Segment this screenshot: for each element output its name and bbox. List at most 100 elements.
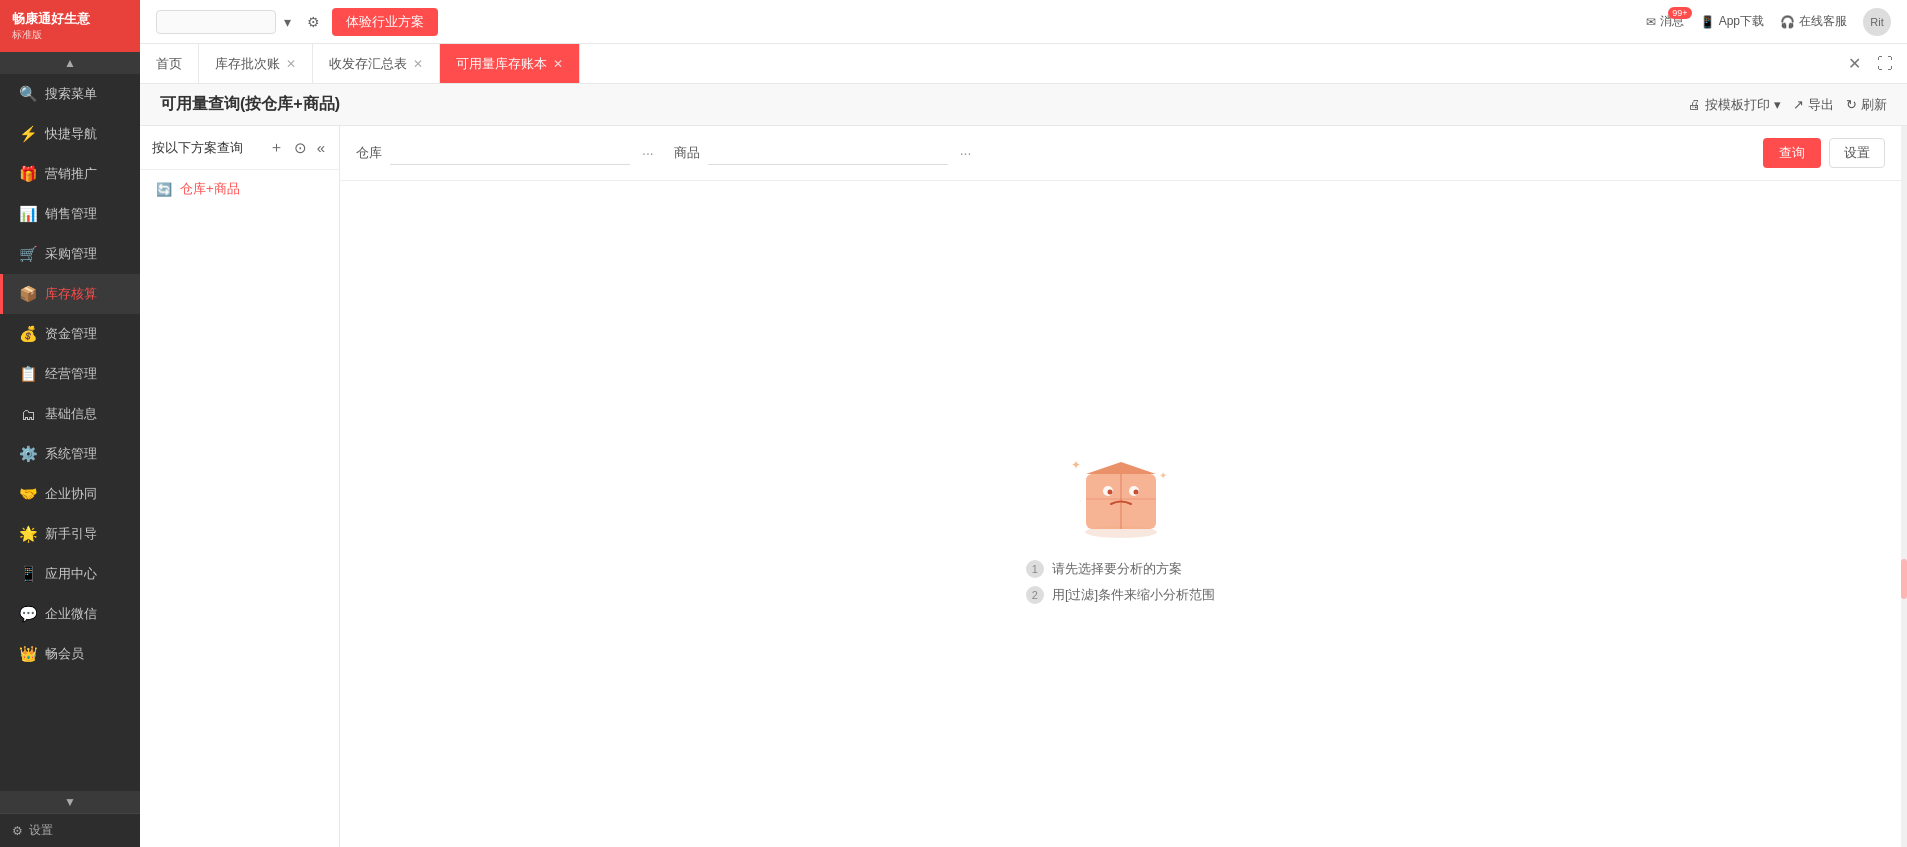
sidebar-item-system[interactable]: ⚙️ 系统管理 — [0, 434, 140, 474]
tab-close-receipt_summary[interactable]: ✕ — [413, 57, 423, 71]
product-input[interactable] — [708, 141, 948, 165]
query-btn[interactable]: 查询 — [1763, 138, 1821, 168]
tab-label-home: 首页 — [156, 55, 182, 73]
sidebar-item-sales[interactable]: 📊销售管理 — [0, 194, 140, 234]
message-btn[interactable]: ✉ 消息 99+ — [1646, 13, 1684, 30]
export-btn[interactable]: ↗ 导出 — [1793, 96, 1834, 114]
tab-available_ledger[interactable]: 可用量库存账本✕ — [440, 44, 580, 83]
print-label: 按模板打印 — [1705, 96, 1770, 114]
svg-point-7 — [1133, 490, 1138, 495]
sidebar-item-finance[interactable]: 💰资金管理 — [0, 314, 140, 354]
warehouse-input[interactable] — [390, 141, 630, 165]
filter-config-btn[interactable]: ⊙ — [292, 137, 309, 159]
product-more-btn[interactable]: ··· — [956, 145, 976, 161]
tab-label-batch_ledger: 库存批次账 — [215, 55, 280, 73]
filter-option-label: 仓库+商品 — [180, 180, 240, 198]
sidebar-scroll-down[interactable]: ▼ — [0, 791, 140, 813]
sidebar-icon-operations: 📋 — [19, 365, 37, 383]
sidebar-item-member[interactable]: 👑畅会员 — [0, 634, 140, 674]
sidebar-label-sales: 销售管理 — [45, 205, 97, 223]
top-bar-search: ▾ — [156, 10, 295, 34]
sidebar-label-enterprise: 企业协同 — [45, 485, 97, 503]
query-area: 仓库 ··· 商品 ··· 查询 设置 — [340, 126, 1901, 847]
filter-option-warehouse-product[interactable]: 🔄 仓库+商品 — [140, 170, 339, 208]
tab-close-batch_ledger[interactable]: ✕ — [286, 57, 296, 71]
sidebar-label-system: 系统管理 — [45, 445, 97, 463]
svg-point-6 — [1107, 490, 1112, 495]
sidebar-label-enterprise_wechat: 企业微信 — [45, 605, 97, 623]
sidebar-icon-basic: 🗂 — [19, 406, 37, 423]
tab-home[interactable]: 首页 — [140, 44, 199, 83]
refresh-icon: ↻ — [1846, 97, 1857, 112]
sidebar-item-marketing_promo[interactable]: 🎁营销推广 — [0, 154, 140, 194]
print-template-btn[interactable]: 🖨 按模板打印 ▾ — [1688, 96, 1781, 114]
warehouse-label: 仓库 — [356, 144, 382, 162]
tip-text-1: 请先选择要分析的方案 — [1052, 560, 1182, 578]
sidebar-label-purchase: 采购管理 — [45, 245, 97, 263]
sidebar-item-app_center[interactable]: 📱 应用中心 — [0, 554, 140, 594]
sidebar-label-app_center: 应用中心 — [45, 565, 97, 583]
empty-illustration: ✦ ✦ · — [1061, 424, 1181, 544]
warehouse-filter-field: 仓库 ··· — [356, 141, 658, 165]
sidebar-label-marketing_promo: 营销推广 — [45, 165, 97, 183]
message-icon: ✉ — [1646, 15, 1656, 29]
sidebar-item-operations[interactable]: 📋 经营管理 — [0, 354, 140, 394]
tab-close-available_ledger[interactable]: ✕ — [553, 57, 563, 71]
sidebar-item-enterprise_wechat[interactable]: 💬 企业微信 — [0, 594, 140, 634]
right-scrollbar[interactable] — [1901, 126, 1907, 847]
trial-industry-btn[interactable]: 体验行业方案 — [332, 8, 438, 36]
sidebar-bottom[interactable]: ⚙ 设置 — [0, 813, 140, 847]
top-bar-left: ▾ ⚙ 体验行业方案 — [156, 8, 1636, 36]
filter-panel-title: 按以下方案查询 — [152, 139, 243, 157]
warehouse-more-btn[interactable]: ··· — [638, 145, 658, 161]
sidebar-item-inventory[interactable]: 📦库存核算 — [0, 274, 140, 314]
sidebar-icon-inventory: 📦 — [19, 285, 37, 303]
sidebar-label-operations: 经营管理 — [45, 365, 97, 383]
online-service-btn[interactable]: 🎧 在线客服 — [1780, 13, 1847, 30]
settings-gear-btn[interactable]: ⚙ — [303, 10, 324, 34]
sidebar-item-enterprise[interactable]: 🤝企业协同 — [0, 474, 140, 514]
user-avatar[interactable]: Rit — [1863, 8, 1891, 36]
message-badge: 99+ — [1668, 7, 1691, 19]
query-filters: 仓库 ··· 商品 ··· 查询 设置 — [340, 126, 1901, 181]
empty-tips: 1 请先选择要分析的方案 2 用[过滤]条件来缩小分析范围 — [1026, 560, 1215, 604]
sidebar-label-member: 畅会员 — [45, 645, 84, 663]
sidebar-icon-newbie: 🌟 — [19, 525, 37, 543]
tab-close-all-btn[interactable]: ✕ — [1842, 50, 1867, 77]
sidebar-icon-search: 🔍 — [19, 85, 37, 103]
page-header: 可用量查询(按仓库+商品) 🖨 按模板打印 ▾ ↗ 导出 ↻ 刷新 — [140, 84, 1907, 126]
sidebar-scroll-up[interactable]: ▲ — [0, 52, 140, 74]
sidebar-icon-system: ⚙️ — [19, 445, 37, 463]
sidebar-item-purchase[interactable]: 🛒 采购管理 — [0, 234, 140, 274]
tab-batch_ledger[interactable]: 库存批次账 ✕ — [199, 44, 313, 83]
svg-text:·: · — [1079, 497, 1081, 506]
sidebar-item-newbie[interactable]: 🌟新手引导 — [0, 514, 140, 554]
sidebar-icon-enterprise_wechat: 💬 — [19, 605, 37, 623]
main-area: ▾ ⚙ 体验行业方案 ✉ 消息 99+ 📱 App下载 🎧 在线客服 Rit — [140, 0, 1907, 847]
search-dropdown-btn[interactable]: ▾ — [280, 10, 295, 34]
refresh-btn[interactable]: ↻ 刷新 — [1846, 96, 1887, 114]
export-label: 导出 — [1808, 96, 1834, 114]
sidebar-item-search[interactable]: 🔍搜索菜单 — [0, 74, 140, 114]
filter-add-btn[interactable]: ＋ — [267, 136, 286, 159]
sidebar-icon-app_center: 📱 — [19, 565, 37, 583]
user-label: Rit — [1870, 16, 1883, 28]
sidebar-item-shortcut[interactable]: ⚡快捷导航 — [0, 114, 140, 154]
service-label: 在线客服 — [1799, 13, 1847, 30]
tip-text-2: 用[过滤]条件来缩小分析范围 — [1052, 586, 1215, 604]
tab-label-receipt_summary: 收发存汇总表 — [329, 55, 407, 73]
empty-state: ✦ ✦ · 1 请先选择要分析的方案 2 用[过滤]条件来缩小分析范围 — [340, 181, 1901, 847]
filter-collapse-btn[interactable]: « — [315, 137, 327, 158]
sidebar-header: 畅康通好生意 标准版 — [0, 0, 140, 52]
tab-receipt_summary[interactable]: 收发存汇总表 ✕ — [313, 44, 440, 83]
tab-bar: 首页库存批次账✕收发存汇总表✕可用量库存账本✕ ✕ ⛶ — [140, 44, 1907, 84]
app-download-btn[interactable]: 📱 App下载 — [1700, 13, 1764, 30]
tab-maximize-btn[interactable]: ⛶ — [1871, 51, 1899, 77]
brand-sub: 标准版 — [12, 28, 128, 42]
scrollbar-thumb[interactable] — [1901, 559, 1907, 599]
search-input[interactable] — [156, 10, 276, 34]
query-settings-btn[interactable]: 设置 — [1829, 138, 1885, 168]
sidebar-icon-purchase: 🛒 — [19, 245, 37, 263]
sidebar-item-basic[interactable]: 🗂基础信息 — [0, 394, 140, 434]
sidebar: 畅康通好生意 标准版 ▲ 🔍搜索菜单⚡快捷导航🎁营销推广📊销售管理 🛒 采购管理 📦库… — [0, 0, 140, 847]
